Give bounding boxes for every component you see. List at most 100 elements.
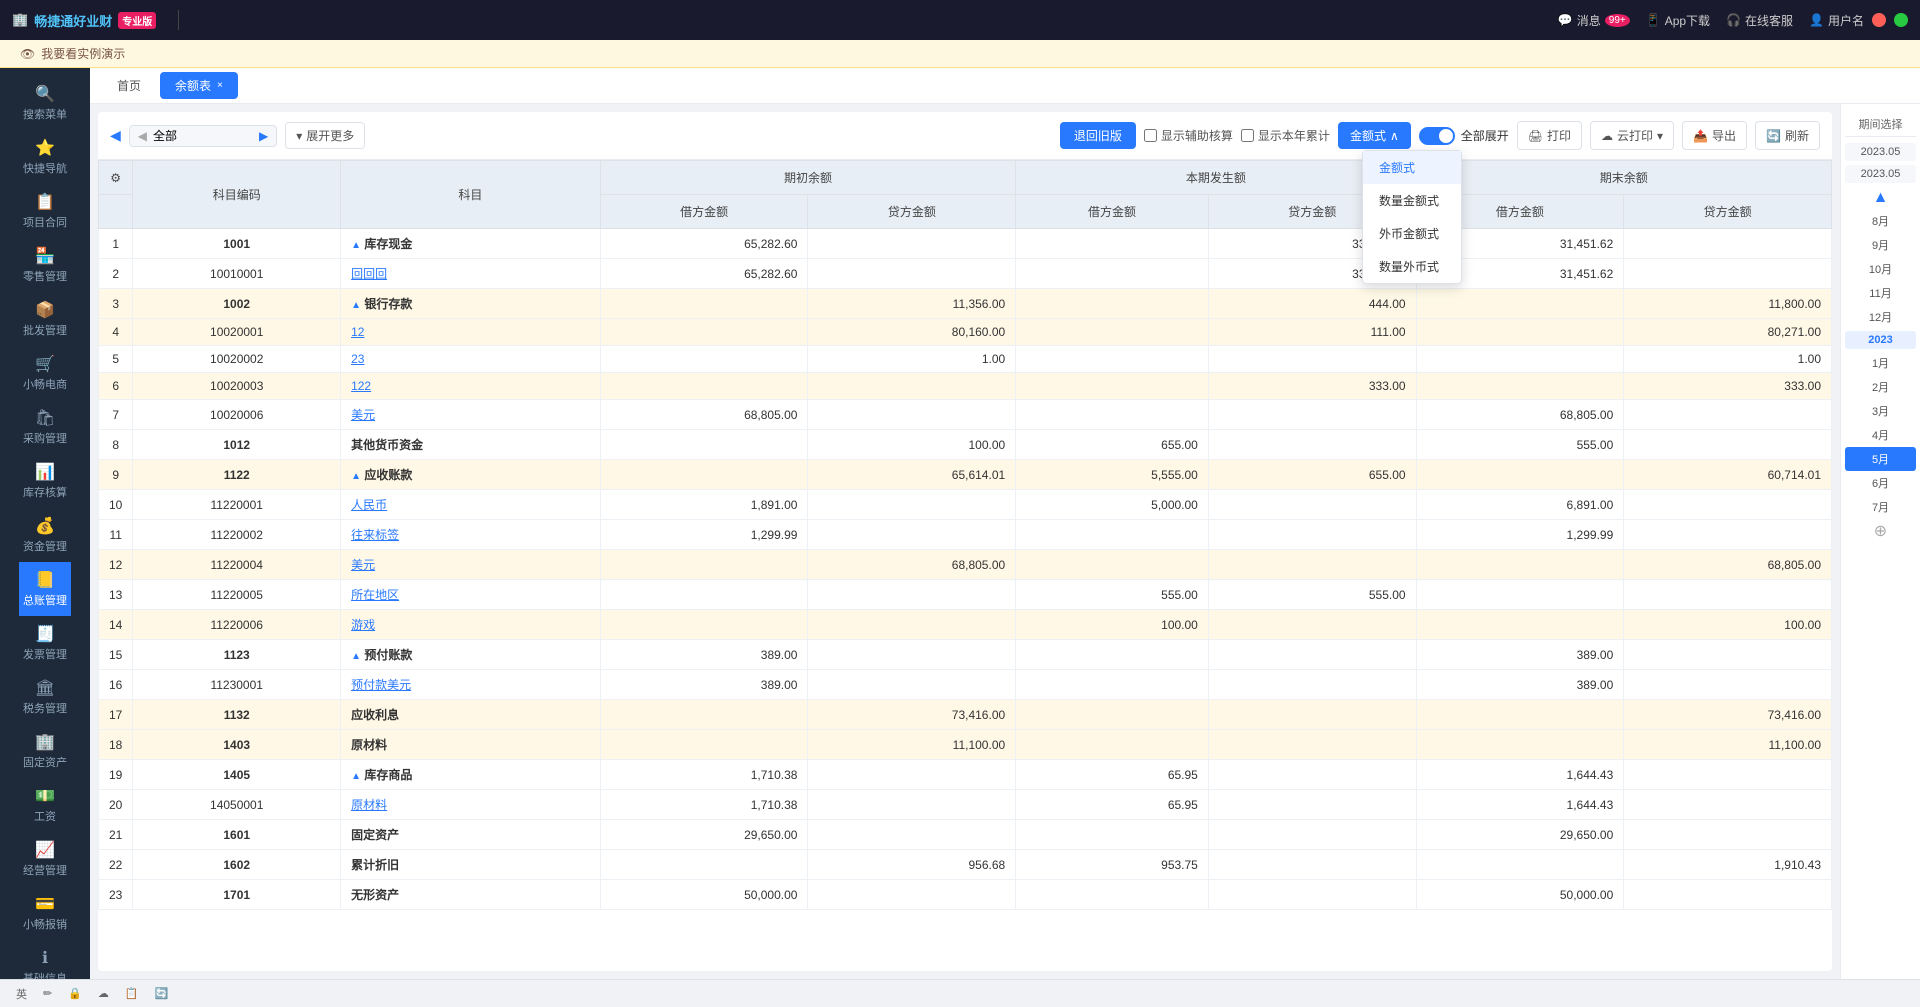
subject-text-18: 库存商品 — [364, 768, 412, 782]
month-item-0[interactable]: 8月 — [1845, 209, 1916, 233]
cell-subject-15: 预付款美元 — [341, 670, 601, 700]
panel-expand-btn[interactable]: ⊕ — [1872, 519, 1889, 543]
subject-link-12[interactable]: 所在地区 — [351, 588, 399, 602]
status-cloud[interactable]: ☁ — [98, 987, 109, 1000]
month-item-7[interactable]: 2月 — [1845, 375, 1916, 399]
cell-ed-21 — [1416, 850, 1624, 880]
month-item-5[interactable]: 2023 — [1845, 331, 1916, 349]
show-ytd-checkbox[interactable]: 显示本年累计 — [1241, 127, 1330, 144]
right-panel-year1[interactable]: 2023.05 — [1845, 143, 1916, 161]
status-edit[interactable]: ✏ — [43, 987, 52, 1000]
expand-all-label: 全部展开 — [1461, 127, 1509, 144]
month-item-10[interactable]: 5月 — [1845, 447, 1916, 471]
tab-close-btn[interactable]: × — [217, 80, 223, 91]
status-lock[interactable]: 🔒 — [68, 987, 82, 1000]
close-btn[interactable] — [1872, 13, 1886, 27]
expand-btn[interactable]: ▾ 展开更多 — [285, 122, 365, 149]
print-btn[interactable]: 🖨 打印 — [1517, 121, 1582, 150]
sidebar-item-1[interactable]: ⭐快捷导航 — [19, 130, 71, 184]
month-item-11[interactable]: 6月 — [1845, 471, 1916, 495]
nav-left-icon[interactable]: ◀ — [110, 127, 121, 144]
search-input[interactable] — [153, 129, 253, 143]
toggle-switch-el[interactable] — [1419, 127, 1455, 145]
row-arrow-2: ▲ — [351, 300, 361, 311]
month-item-2[interactable]: 10月 — [1845, 257, 1916, 281]
sidebar-item-5[interactable]: 🛒小畅电商 — [19, 346, 71, 400]
sidebar-item-0[interactable]: 🔍搜索菜单 — [19, 76, 71, 130]
month-item-4[interactable]: 12月 — [1845, 305, 1916, 329]
subject-link-4[interactable]: 23 — [351, 352, 364, 366]
month-item-3[interactable]: 11月 — [1845, 281, 1916, 305]
cell-cd-12: 555.00 — [1016, 580, 1209, 610]
online-service-btn[interactable]: 🎧 在线客服 — [1726, 12, 1793, 29]
cloud-print-btn[interactable]: ☁ 云打印 ▾ — [1590, 121, 1674, 150]
menu-item-forex-amount[interactable]: 外币金额式 — [1363, 217, 1461, 250]
subject-link-13[interactable]: 游戏 — [351, 618, 375, 632]
sidebar-item-16[interactable]: ℹ基础信息 — [19, 940, 71, 979]
month-item-6[interactable]: 1月 — [1845, 351, 1916, 375]
refresh-btn[interactable]: 🔄 刷新 — [1755, 121, 1820, 150]
right-panel-year2[interactable]: 2023.05 — [1845, 165, 1916, 183]
subject-link-19[interactable]: 原材料 — [351, 798, 387, 812]
sidebar-item-2[interactable]: 📋项目合同 — [19, 184, 71, 238]
cell-ed-15: 389.00 — [1416, 670, 1624, 700]
sidebar-item-3[interactable]: 🏪零售管理 — [19, 238, 71, 292]
subject-link-15[interactable]: 预付款美元 — [351, 678, 411, 692]
menu-item-qty-amount[interactable]: 数量金额式 — [1363, 184, 1461, 217]
sidebar-item-13[interactable]: 💵工资 — [19, 778, 71, 832]
sidebar-item-7[interactable]: 📊库存核算 — [19, 454, 71, 508]
sidebar-item-6[interactable]: 🛍采购管理 — [19, 400, 71, 454]
sidebar-item-4[interactable]: 📦批发管理 — [19, 292, 71, 346]
tab-balance[interactable]: 余额表 × — [160, 72, 238, 99]
subject-link-6[interactable]: 美元 — [351, 408, 375, 422]
status-lang[interactable]: 英 — [16, 986, 27, 1002]
refresh-icon: 🔄 — [1766, 129, 1781, 143]
cell-ec-12 — [1624, 580, 1832, 610]
export-icon: 📤 — [1693, 129, 1708, 143]
subject-link-5[interactable]: 122 — [351, 379, 371, 393]
table-row: 9 1122 ▲ 应收账款 65,614.01 5,555.00 655.00 … — [99, 460, 1832, 490]
sidebar-item-9[interactable]: 📒总账管理 — [19, 562, 71, 616]
cell-code-11: 11220004 — [133, 550, 341, 580]
subject-link-1[interactable]: 回回回 — [351, 267, 387, 281]
sidebar-item-10[interactable]: 🧾发票管理 — [19, 616, 71, 670]
sidebar-item-11[interactable]: 🏛税务管理 — [19, 670, 71, 724]
status-sync[interactable]: 🔄 — [155, 987, 169, 1000]
return-old-btn[interactable]: 退回旧版 — [1060, 122, 1136, 149]
month-item-12[interactable]: 7月 — [1845, 495, 1916, 519]
month-item-8[interactable]: 3月 — [1845, 399, 1916, 423]
max-btn[interactable] — [1894, 13, 1908, 27]
col-settings[interactable]: ⚙ — [99, 161, 133, 195]
sidebar-item-15[interactable]: 💳小畅报销 — [19, 886, 71, 940]
amount-mode-dropdown[interactable]: 金额式 ∧ — [1338, 122, 1411, 149]
sidebar-item-12[interactable]: 🏢固定资产 — [19, 724, 71, 778]
subject-link-11[interactable]: 美元 — [351, 558, 375, 572]
month-item-9[interactable]: 4月 — [1845, 423, 1916, 447]
menu-item-amount[interactable]: 金额式 — [1363, 151, 1461, 184]
sidebar-item-14[interactable]: 📈经营管理 — [19, 832, 71, 886]
subject-text-8: 应收账款 — [364, 468, 412, 482]
show-ytd-input[interactable] — [1241, 129, 1254, 142]
sidebar-item-8[interactable]: 💰资金管理 — [19, 508, 71, 562]
app-download-btn[interactable]: 📱 App下载 — [1646, 12, 1710, 29]
subject-link-9[interactable]: 人民币 — [351, 498, 387, 512]
month-item-1[interactable]: 9月 — [1845, 233, 1916, 257]
subject-link-10[interactable]: 往来标签 — [351, 528, 399, 542]
status-copy[interactable]: 📋 — [125, 987, 139, 1000]
subject-link-3[interactable]: 12 — [351, 325, 364, 339]
user-avatar[interactable]: 👤 用户名 — [1809, 12, 1864, 29]
col-ec: 贷方金额 — [1624, 195, 1832, 229]
cell-ec-11: 68,805.00 — [1624, 550, 1832, 580]
tab-home[interactable]: 首页 — [102, 72, 156, 99]
expand-all-toggle[interactable]: 全部展开 — [1419, 127, 1509, 145]
show-assist-input[interactable] — [1144, 129, 1157, 142]
message-btn[interactable]: 💬 消息 99+ — [1558, 12, 1630, 29]
export-btn[interactable]: 📤 导出 — [1682, 121, 1747, 150]
panel-up-arrow[interactable]: ▲ — [1871, 187, 1891, 209]
show-assist-checkbox[interactable]: 显示辅助核算 — [1144, 127, 1233, 144]
cell-oc-10 — [808, 520, 1016, 550]
menu-item-qty-forex[interactable]: 数量外币式 — [1363, 250, 1461, 283]
cell-no-8: 9 — [99, 460, 133, 490]
col-closing-group: 期末余额 — [1416, 161, 1831, 195]
table-row: 2 10010001 回回回 65,282.60 33,830.98 31,45… — [99, 259, 1832, 289]
